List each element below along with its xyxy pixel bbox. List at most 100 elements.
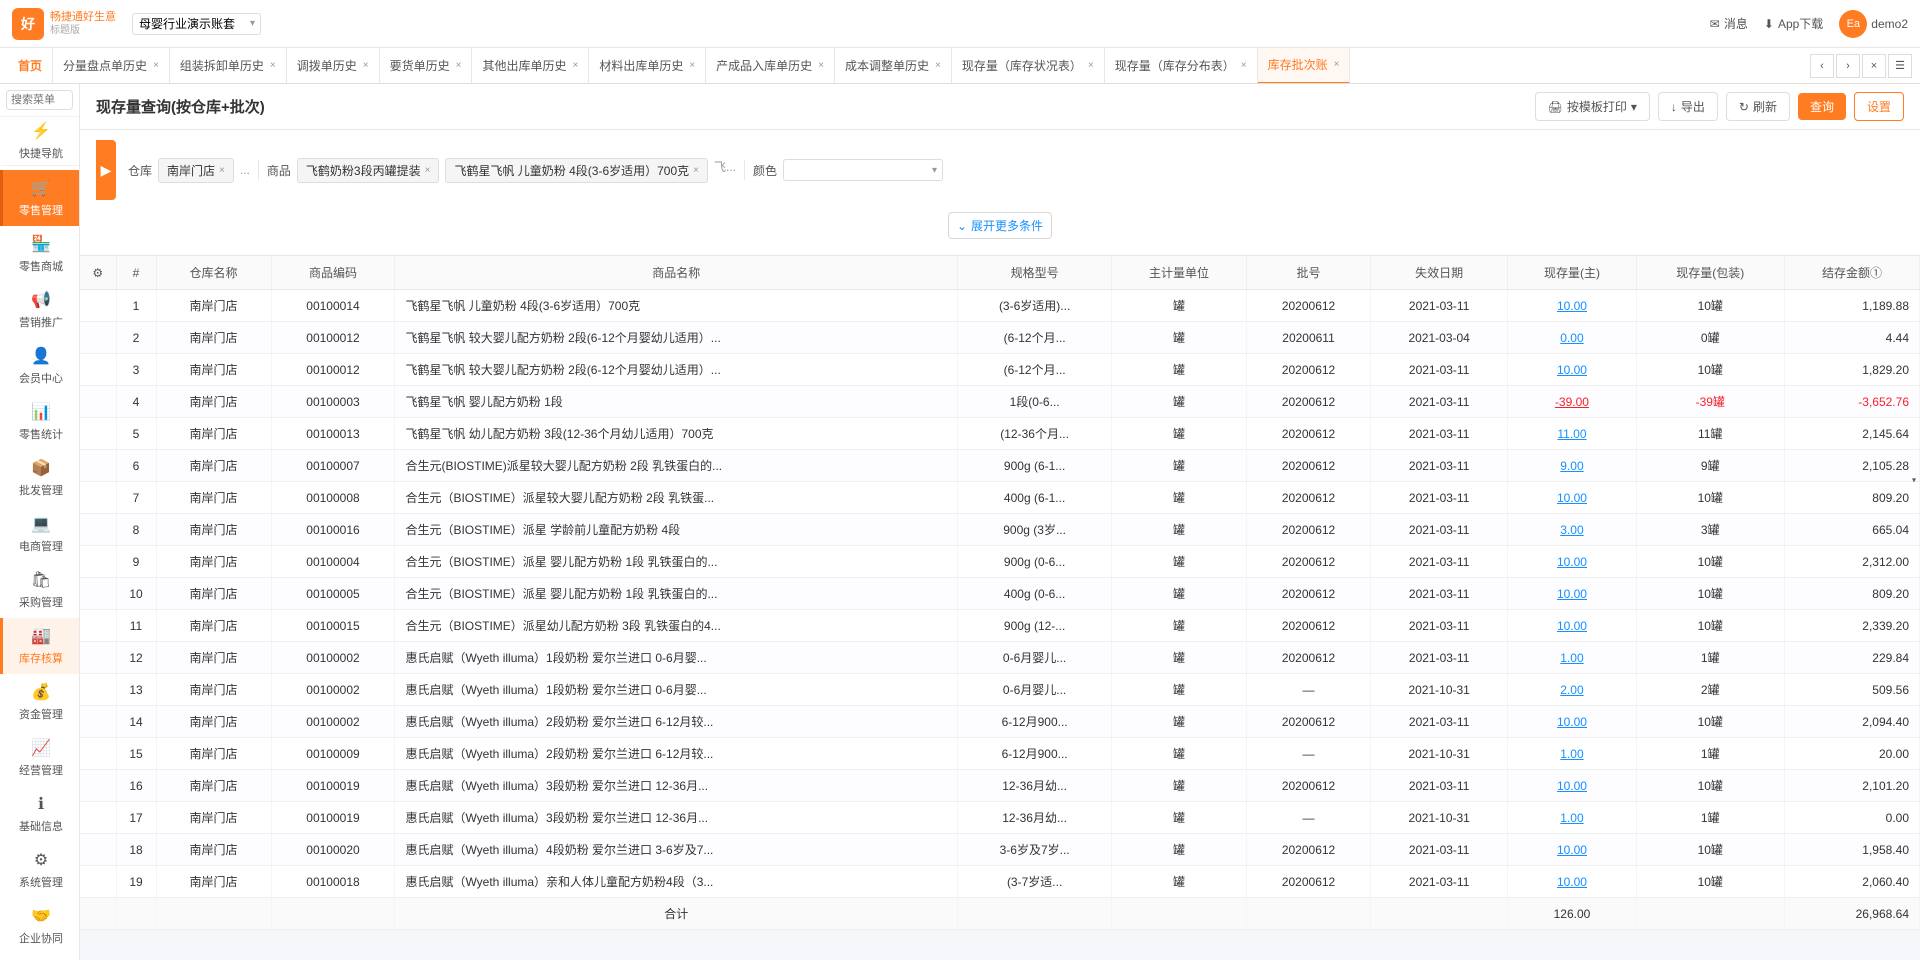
row-qty[interactable]: 10.00	[1508, 866, 1636, 898]
print-btn[interactable]: 🖨 按模板打印 ▾	[1535, 92, 1650, 121]
user-area[interactable]: Ea demo2	[1839, 10, 1908, 38]
app-download-btn[interactable]: ⬇ App下载	[1764, 15, 1823, 32]
sidebar-item-guide[interactable]: 🆕 新手引导	[0, 954, 79, 960]
tab-inventory-batch[interactable]: 库存批次账 ×	[1258, 48, 1351, 84]
sidebar-item-retail-mgmt[interactable]: 🛒 零售管理 ▾	[0, 170, 79, 226]
sidebar-item-purchase[interactable]: 🛍 采购管理	[0, 562, 79, 618]
row-qty[interactable]: 2.00	[1508, 674, 1636, 706]
tab-next-btn[interactable]: ›	[1836, 54, 1860, 78]
tab-prev-btn[interactable]: ‹	[1810, 54, 1834, 78]
row-qty[interactable]: 10.00	[1508, 706, 1636, 738]
row-settings[interactable]	[80, 578, 116, 610]
tab-close-icon[interactable]: ×	[1334, 59, 1340, 70]
sidebar-item-inventory[interactable]: 🏭 库存核算	[0, 618, 79, 674]
row-settings[interactable]	[80, 418, 116, 450]
row-settings[interactable]	[80, 514, 116, 546]
tab-close-icon[interactable]: ×	[1088, 60, 1094, 71]
row-settings[interactable]	[80, 866, 116, 898]
tab-zu-chai[interactable]: 组装拆卸单历史 ×	[170, 48, 287, 84]
account-selector[interactable]: 母婴行业演示账套	[132, 13, 261, 35]
row-qty[interactable]: 9.00	[1508, 450, 1636, 482]
sidebar-item-member[interactable]: 👤 会员中心	[0, 338, 79, 394]
row-settings[interactable]	[80, 322, 116, 354]
row-settings[interactable]	[80, 642, 116, 674]
tab-other-out[interactable]: 其他出库单历史 ×	[472, 48, 589, 84]
expand-conditions-btn[interactable]: ⌄ 展开更多条件	[948, 212, 1052, 239]
row-settings[interactable]	[80, 802, 116, 834]
row-qty[interactable]: 0.00	[1508, 322, 1636, 354]
row-settings[interactable]	[80, 546, 116, 578]
sidebar-item-ecommerce[interactable]: 💻 电商管理	[0, 506, 79, 562]
sidebar-item-system[interactable]: ⚙ 系统管理	[0, 842, 79, 898]
row-qty[interactable]: 10.00	[1508, 290, 1636, 322]
row-qty[interactable]: 1.00	[1508, 802, 1636, 834]
tab-fen-pan[interactable]: 分量盘点单历史 ×	[53, 48, 170, 84]
account-select[interactable]: 母婴行业演示账套	[132, 13, 261, 35]
tab-close-icon[interactable]: ×	[363, 60, 369, 71]
messages-btn[interactable]: ✉ 消息	[1710, 15, 1748, 32]
row-settings[interactable]	[80, 290, 116, 322]
tab-menu-btn[interactable]: ☰	[1888, 54, 1912, 78]
tab-tiao-bo[interactable]: 调拨单历史 ×	[287, 48, 380, 84]
tab-close-icon[interactable]: ×	[1241, 60, 1247, 71]
row-settings[interactable]	[80, 706, 116, 738]
row-qty[interactable]: 10.00	[1508, 770, 1636, 802]
sidebar-item-retail-stats[interactable]: 📊 零售统计	[0, 394, 79, 450]
row-qty[interactable]: 10.00	[1508, 546, 1636, 578]
sidebar-item-basics[interactable]: ℹ 基础信息	[0, 786, 79, 842]
warehouse-tag-close[interactable]: ×	[219, 165, 225, 176]
tab-close-icon[interactable]: ×	[818, 60, 824, 71]
tab-yao-huo[interactable]: 要货单历史 ×	[380, 48, 473, 84]
filter-toggle-btn[interactable]: ▶	[96, 140, 116, 200]
row-settings[interactable]	[80, 386, 116, 418]
row-qty[interactable]: 10.00	[1508, 578, 1636, 610]
settings-btn[interactable]: 设置	[1854, 92, 1904, 121]
warehouse-more[interactable]: ...	[240, 163, 250, 177]
row-qty[interactable]: 1.00	[1508, 642, 1636, 674]
search-input[interactable]	[6, 90, 73, 110]
row-qty[interactable]: 10.00	[1508, 834, 1636, 866]
product-tag-1-close[interactable]: ×	[425, 165, 431, 176]
sidebar-item-retail-store[interactable]: 🏪 零售商城	[0, 226, 79, 282]
tab-close-icon[interactable]: ×	[689, 60, 695, 71]
product-tag-2-close[interactable]: ×	[693, 165, 699, 176]
color-select[interactable]	[783, 159, 943, 181]
row-settings[interactable]	[80, 834, 116, 866]
tab-stock-status[interactable]: 现存量（库存状况表） ×	[952, 48, 1105, 84]
tab-close-all-btn[interactable]: ×	[1862, 54, 1886, 78]
row-qty[interactable]: 10.00	[1508, 482, 1636, 514]
row-settings[interactable]	[80, 354, 116, 386]
tab-close-icon[interactable]: ×	[153, 60, 159, 71]
tab-material-out[interactable]: 材料出库单历史 ×	[589, 48, 706, 84]
tab-home[interactable]: 首页	[8, 48, 53, 84]
row-qty[interactable]: 3.00	[1508, 514, 1636, 546]
sidebar-item-operations[interactable]: 📈 经营管理	[0, 730, 79, 786]
refresh-btn[interactable]: ↻ 刷新	[1726, 92, 1790, 121]
row-settings[interactable]	[80, 770, 116, 802]
tab-close-icon[interactable]: ×	[270, 60, 276, 71]
query-btn[interactable]: 查询	[1798, 93, 1846, 120]
sidebar-item-wholesale[interactable]: 📦 批发管理 ▾	[0, 450, 79, 506]
sidebar-item-enterprise[interactable]: 🤝 企业协同	[0, 898, 79, 954]
row-qty[interactable]: 11.00	[1508, 418, 1636, 450]
row-settings[interactable]	[80, 738, 116, 770]
tab-stock-dist[interactable]: 现存量（库存分布表） ×	[1105, 48, 1258, 84]
row-settings[interactable]	[80, 674, 116, 706]
row-qty[interactable]: 1.00	[1508, 738, 1636, 770]
row-qty[interactable]: 10.00	[1508, 610, 1636, 642]
row-settings[interactable]	[80, 450, 116, 482]
product-more[interactable]: 飞...	[714, 158, 736, 183]
tab-product-in[interactable]: 产成品入库单历史 ×	[706, 48, 835, 84]
tab-close-icon[interactable]: ×	[935, 60, 941, 71]
tab-close-icon[interactable]: ×	[456, 60, 462, 71]
tab-cost[interactable]: 成本调整单历史 ×	[835, 48, 952, 84]
export-btn[interactable]: ↓ 导出	[1658, 92, 1718, 121]
sidebar-item-finance[interactable]: 💰 资金管理	[0, 674, 79, 730]
row-qty[interactable]: -39.00	[1508, 386, 1636, 418]
row-settings[interactable]	[80, 482, 116, 514]
row-qty[interactable]: 10.00	[1508, 354, 1636, 386]
tab-close-icon[interactable]: ×	[572, 60, 578, 71]
row-settings[interactable]	[80, 610, 116, 642]
sidebar-item-marketing[interactable]: 📢 营销推广	[0, 282, 79, 338]
sidebar-item-shortcut[interactable]: ⚡ 快捷导航	[0, 117, 79, 166]
